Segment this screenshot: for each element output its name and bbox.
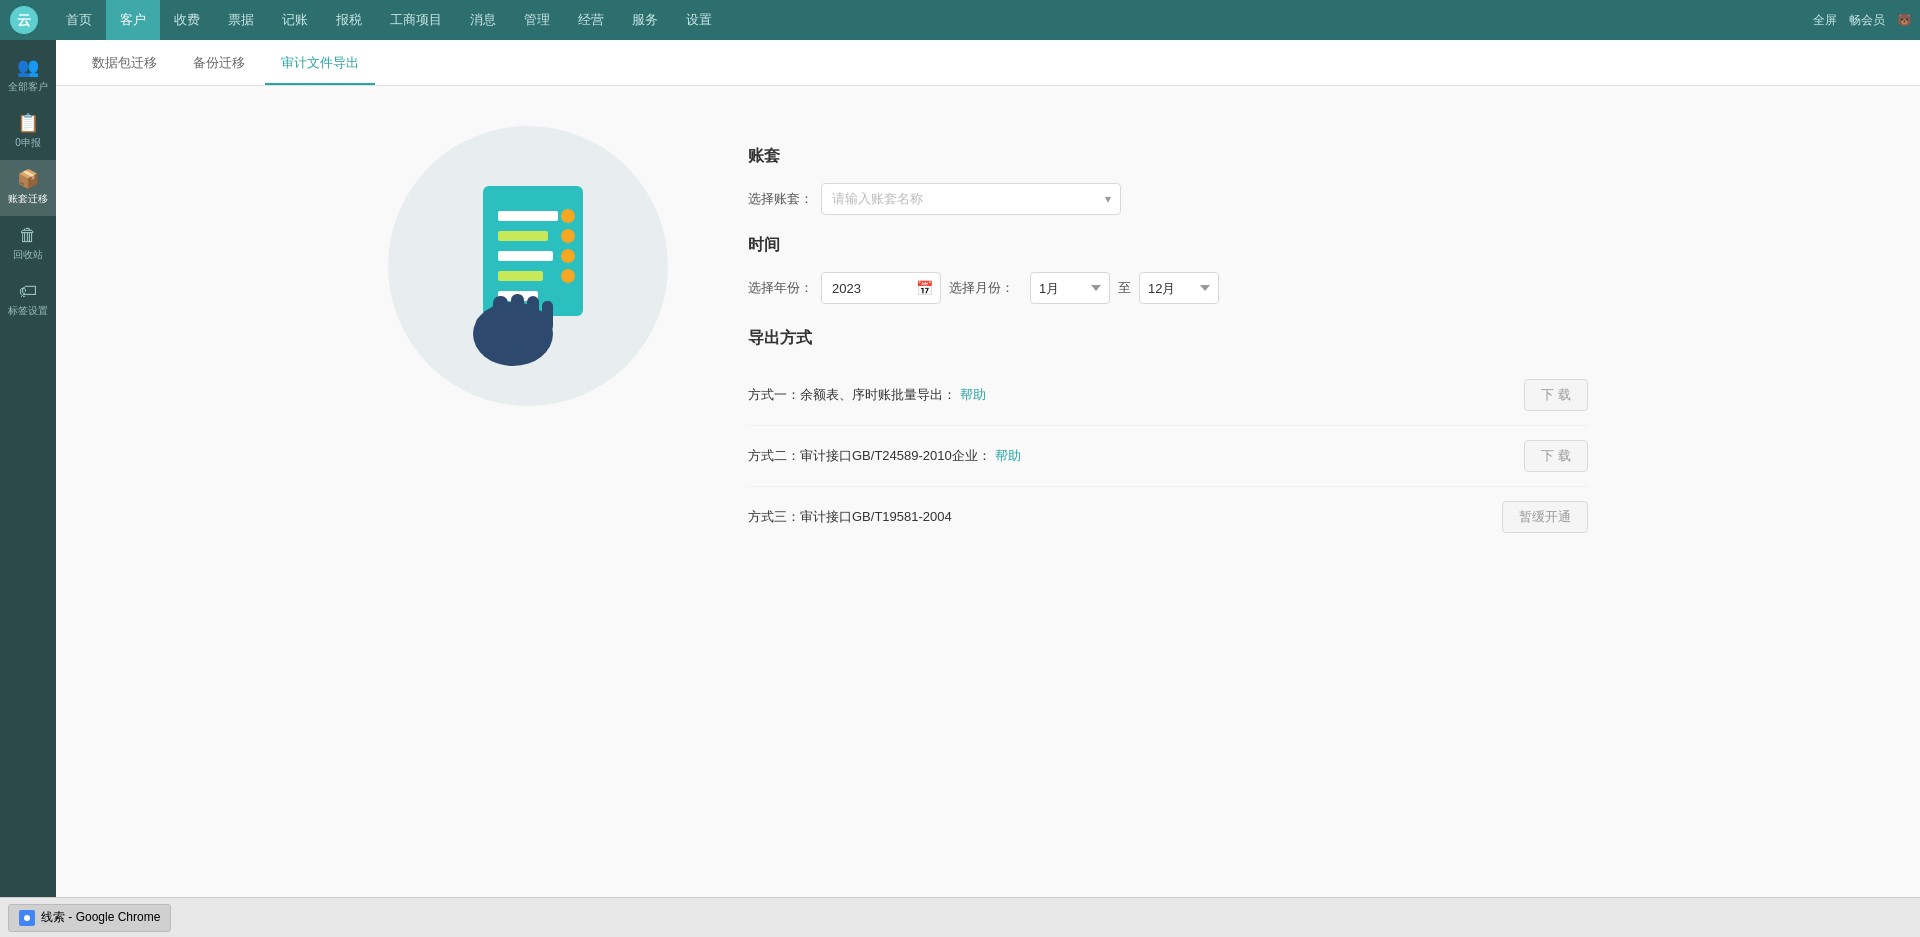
sidebar-item-label: 全部客户	[8, 80, 48, 94]
svg-point-9	[561, 229, 575, 243]
to-label: 至	[1118, 279, 1131, 297]
end-month-select[interactable]: 1月2月3月4月 5月6月7月8月 9月10月11月12月	[1139, 272, 1219, 304]
start-month-select[interactable]: 1月2月3月4月 5月6月7月8月 9月10月11月12月	[1030, 272, 1110, 304]
nav-business[interactable]: 工商项目	[376, 0, 456, 40]
svg-point-19	[24, 915, 30, 921]
nav-operation[interactable]: 经营	[564, 0, 618, 40]
top-navigation: 云 首页 客户 收费 票据 记账 报税 工商项目 消息 管理 经营 服务 设置 …	[0, 0, 1920, 40]
section-divider: 时间	[748, 235, 1588, 256]
svg-rect-15	[527, 296, 539, 334]
user-avatar[interactable]: 🐻	[1897, 13, 1912, 27]
taskbar-item-label: 线索 - Google Chrome	[41, 909, 160, 926]
illustration	[388, 126, 668, 406]
sidebar: 👥 全部客户 📋 0申报 📦 账套迁移 🗑 回收站 🏷 标签设置	[0, 40, 56, 897]
nav-right-area: 全屏 畅会员 🐻	[1813, 12, 1912, 29]
export-method-3-label: 方式三：审计接口GB/T19581-2004	[748, 508, 1502, 526]
tab-data-migrate[interactable]: 数据包迁移	[76, 43, 173, 85]
export-method-1-row: 方式一：余额表、序时账批量导出：帮助 下 载	[748, 365, 1588, 426]
account-select-label: 选择账套：	[748, 190, 813, 208]
svg-rect-3	[498, 211, 558, 221]
svg-rect-4	[498, 231, 548, 241]
export-container: 账套 选择账套： 请输入账套名称 ▾ 时间	[388, 126, 1588, 547]
main-layout: 👥 全部客户 📋 0申报 📦 账套迁移 🗑 回收站 🏷 标签设置 数据包迁移 备…	[0, 40, 1920, 897]
help-link-2[interactable]: 帮助	[995, 448, 1021, 463]
sidebar-item-label: 回收站	[13, 248, 43, 262]
calendar-icon: 📅	[916, 280, 933, 296]
svg-rect-17	[476, 316, 492, 340]
nav-tax[interactable]: 报税	[322, 0, 376, 40]
migrate-icon: 📦	[17, 170, 39, 188]
svg-rect-16	[542, 301, 553, 331]
sidebar-item-label: 标签设置	[8, 304, 48, 318]
sidebar-item-zero-declare[interactable]: 📋 0申报	[0, 104, 56, 160]
export-method-2-row: 方式二：审计接口GB/T24589-2010企业：帮助 下 载	[748, 426, 1588, 487]
export-method-3-row: 方式三：审计接口GB/T19581-2004 暂缓开通	[748, 487, 1588, 547]
help-link-1[interactable]: 帮助	[960, 387, 986, 402]
nav-customer[interactable]: 客户	[106, 0, 160, 40]
time-row: 📅 选择月份： 1月2月3月4月 5月6月7月8月 9月10月11月12月 至 …	[821, 272, 1219, 304]
sidebar-item-recycle[interactable]: 🗑 回收站	[0, 216, 56, 272]
time-form-row: 选择年份： 📅 选择月份： 1月2月3月4月 5月6月7月8月 9月10月11月…	[748, 272, 1588, 304]
svg-rect-14	[511, 294, 524, 336]
export-methods: 导出方式 方式一：余额表、序时账批量导出：帮助 下 载 方式二：审计接口GB/T…	[748, 328, 1588, 547]
export-section-title: 导出方式	[748, 328, 1588, 349]
customers-icon: 👥	[17, 58, 39, 76]
nav-bookkeeping[interactable]: 记账	[268, 0, 322, 40]
nav-service[interactable]: 服务	[618, 0, 672, 40]
year-input-wrapper: 📅	[821, 272, 941, 304]
download-button-1[interactable]: 下 载	[1524, 379, 1588, 411]
nav-fee[interactable]: 收费	[160, 0, 214, 40]
account-placeholder: 请输入账套名称	[832, 190, 923, 208]
month-select-label: 选择月份：	[949, 279, 1014, 297]
download-button-2[interactable]: 下 载	[1524, 440, 1588, 472]
recycle-icon: 🗑	[19, 226, 37, 244]
svg-point-10	[561, 249, 575, 263]
form-section: 账套 选择账套： 请输入账套名称 ▾ 时间	[748, 126, 1588, 547]
app-logo: 云	[8, 4, 40, 36]
sidebar-item-account-migrate[interactable]: 📦 账套迁移	[0, 160, 56, 216]
svg-rect-6	[498, 271, 543, 281]
chrome-icon	[19, 910, 35, 926]
sidebar-item-all-customers[interactable]: 👥 全部客户	[0, 48, 56, 104]
year-select-label: 选择年份：	[748, 279, 813, 297]
account-section-title: 账套	[748, 146, 1588, 167]
taskbar-chrome-item[interactable]: 线索 - Google Chrome	[8, 904, 171, 932]
tab-audit-export[interactable]: 审计文件导出	[265, 43, 375, 85]
svg-text:云: 云	[17, 12, 31, 28]
account-select-input[interactable]: 请输入账套名称	[821, 183, 1121, 215]
time-section-title: 时间	[748, 235, 1588, 256]
export-method-1-label: 方式一：余额表、序时账批量导出：帮助	[748, 386, 1524, 404]
nav-home[interactable]: 首页	[52, 0, 106, 40]
sidebar-item-label: 账套迁移	[8, 192, 48, 206]
declare-icon: 📋	[17, 114, 39, 132]
chevron-down-icon: ▾	[1105, 192, 1111, 206]
tag-icon: 🏷	[19, 282, 37, 300]
sidebar-item-label: 0申报	[15, 136, 41, 150]
nav-management[interactable]: 管理	[510, 0, 564, 40]
content-area: 数据包迁移 备份迁移 审计文件导出	[56, 40, 1920, 897]
tabs-bar: 数据包迁移 备份迁移 审计文件导出	[56, 40, 1920, 86]
svg-rect-13	[493, 296, 508, 341]
taskbar: 线索 - Google Chrome	[0, 897, 1920, 937]
export-method-2-label: 方式二：审计接口GB/T24589-2010企业：帮助	[748, 447, 1524, 465]
open-button-3[interactable]: 暂缓开通	[1502, 501, 1588, 533]
svg-rect-5	[498, 251, 553, 261]
nav-menu: 首页 客户 收费 票据 记账 报税 工商项目 消息 管理 经营 服务 设置	[52, 0, 1813, 40]
page-content: 账套 选择账套： 请输入账套名称 ▾ 时间	[56, 86, 1920, 897]
account-select-wrapper[interactable]: 请输入账套名称 ▾	[821, 183, 1121, 215]
svg-point-11	[561, 269, 575, 283]
fullscreen-button[interactable]: 全屏	[1813, 12, 1837, 29]
member-button[interactable]: 畅会员	[1849, 12, 1885, 29]
account-form-row: 选择账套： 请输入账套名称 ▾	[748, 183, 1588, 215]
nav-message[interactable]: 消息	[456, 0, 510, 40]
tab-backup-migrate[interactable]: 备份迁移	[177, 43, 261, 85]
svg-point-8	[561, 209, 575, 223]
nav-invoice[interactable]: 票据	[214, 0, 268, 40]
nav-settings[interactable]: 设置	[672, 0, 726, 40]
sidebar-item-tag-settings[interactable]: 🏷 标签设置	[0, 272, 56, 328]
